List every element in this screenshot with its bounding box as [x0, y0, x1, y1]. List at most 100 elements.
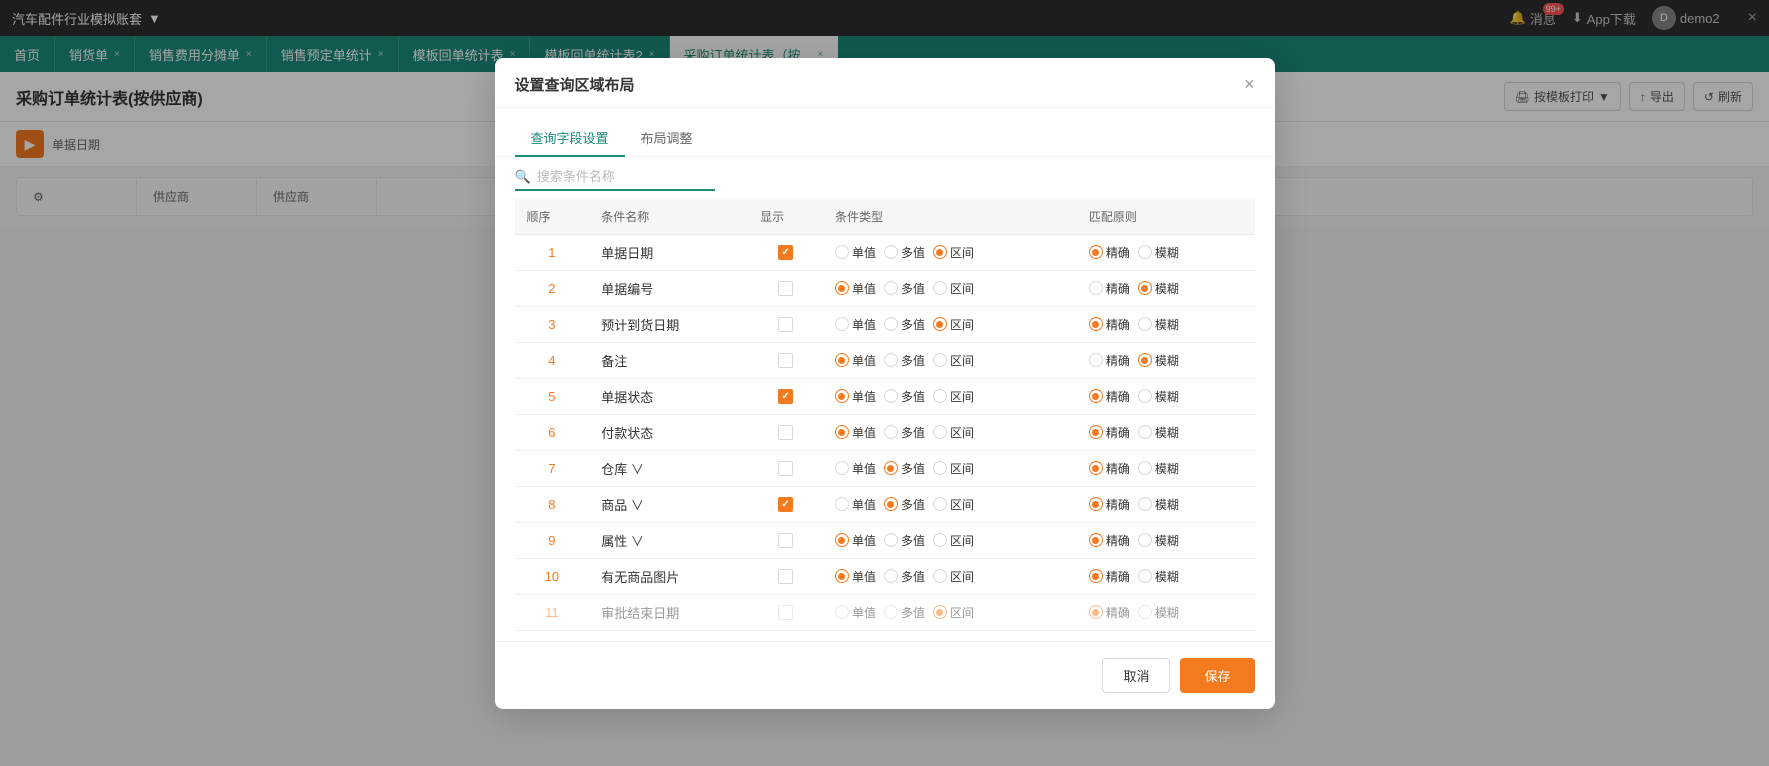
type-option[interactable]: 单值: [835, 532, 876, 549]
table-row: 9属性 ∨ 单值 多值 区间 精确 模糊: [515, 522, 1255, 558]
type-option[interactable]: 单值: [835, 388, 876, 405]
radio-circle: [1089, 245, 1103, 259]
cell-order: 5: [515, 378, 590, 414]
type-option[interactable]: 多值: [884, 460, 925, 477]
display-checkbox[interactable]: [778, 317, 793, 332]
type-option[interactable]: 多值: [884, 532, 925, 549]
cell-display[interactable]: [748, 378, 823, 414]
type-option[interactable]: 多值: [884, 244, 925, 261]
match-option[interactable]: 模糊: [1138, 460, 1179, 477]
match-option[interactable]: 模糊: [1138, 568, 1179, 585]
match-option[interactable]: 精确: [1089, 280, 1130, 297]
display-checkbox[interactable]: [778, 353, 793, 368]
type-option[interactable]: 区间: [933, 568, 974, 585]
cell-type: 单值 多值 区间: [823, 414, 1077, 450]
type-option[interactable]: 区间: [933, 316, 974, 333]
match-option[interactable]: 精确: [1089, 496, 1130, 513]
display-checkbox[interactable]: [778, 569, 793, 584]
dialog-close-button[interactable]: ×: [1244, 75, 1255, 93]
type-option[interactable]: 多值: [884, 496, 925, 513]
type-option[interactable]: 区间: [933, 352, 974, 369]
type-option[interactable]: 单值: [835, 604, 876, 621]
display-checkbox[interactable]: [778, 533, 793, 548]
cell-display[interactable]: [748, 306, 823, 342]
cell-display[interactable]: [748, 522, 823, 558]
cell-display[interactable]: [748, 270, 823, 306]
search-input[interactable]: [537, 169, 697, 184]
type-option[interactable]: 单值: [835, 352, 876, 369]
type-option[interactable]: 多值: [884, 316, 925, 333]
type-option[interactable]: 多值: [884, 424, 925, 441]
type-option[interactable]: 多值: [884, 388, 925, 405]
match-option[interactable]: 精确: [1089, 316, 1130, 333]
type-option[interactable]: 多值: [884, 280, 925, 297]
match-option[interactable]: 模糊: [1138, 316, 1179, 333]
type-option[interactable]: 单值: [835, 568, 876, 585]
type-option[interactable]: 区间: [933, 532, 974, 549]
cell-match: 精确 模糊: [1077, 414, 1255, 450]
display-checkbox[interactable]: [778, 461, 793, 476]
match-option[interactable]: 模糊: [1138, 352, 1179, 369]
cell-match: 精确 模糊: [1077, 486, 1255, 522]
display-checkbox[interactable]: [778, 497, 793, 512]
type-option[interactable]: 单值: [835, 496, 876, 513]
display-checkbox[interactable]: [778, 425, 793, 440]
type-option[interactable]: 区间: [933, 244, 974, 261]
type-option[interactable]: 区间: [933, 280, 974, 297]
display-checkbox[interactable]: [778, 281, 793, 296]
match-option[interactable]: 精确: [1089, 424, 1130, 441]
match-option[interactable]: 模糊: [1138, 280, 1179, 297]
dialog-footer: 取消 保存: [495, 641, 1275, 709]
radio-circle: [1138, 353, 1152, 367]
cell-display[interactable]: [748, 342, 823, 378]
cell-display[interactable]: [748, 558, 823, 594]
type-option[interactable]: 区间: [933, 604, 974, 621]
match-option[interactable]: 模糊: [1138, 424, 1179, 441]
radio-circle: [835, 569, 849, 583]
match-option[interactable]: 精确: [1089, 604, 1130, 621]
cell-display[interactable]: [748, 486, 823, 522]
match-option[interactable]: 模糊: [1138, 496, 1179, 513]
match-option[interactable]: 精确: [1089, 568, 1130, 585]
radio-circle: [1089, 497, 1103, 511]
cell-name: 仓库 ∨: [589, 450, 748, 486]
type-option[interactable]: 区间: [933, 460, 974, 477]
cell-type: 单值 多值 区间: [823, 270, 1077, 306]
match-option[interactable]: 模糊: [1138, 604, 1179, 621]
display-checkbox[interactable]: [778, 605, 793, 620]
type-option[interactable]: 多值: [884, 604, 925, 621]
cell-name: 单据日期: [589, 234, 748, 270]
tab-query-fields[interactable]: 查询字段设置: [515, 120, 625, 157]
match-option[interactable]: 精确: [1089, 352, 1130, 369]
type-option[interactable]: 区间: [933, 496, 974, 513]
type-option[interactable]: 单值: [835, 244, 876, 261]
type-option[interactable]: 单值: [835, 460, 876, 477]
cell-display[interactable]: [748, 234, 823, 270]
type-option[interactable]: 单值: [835, 424, 876, 441]
th-order: 顺序: [515, 199, 590, 235]
cell-display[interactable]: [748, 414, 823, 450]
match-option[interactable]: 模糊: [1138, 388, 1179, 405]
cell-match: 精确 模糊: [1077, 594, 1255, 630]
match-option[interactable]: 精确: [1089, 532, 1130, 549]
match-option[interactable]: 模糊: [1138, 532, 1179, 549]
radio-circle: [933, 281, 947, 295]
type-option[interactable]: 单值: [835, 316, 876, 333]
type-option[interactable]: 单值: [835, 280, 876, 297]
match-option[interactable]: 精确: [1089, 460, 1130, 477]
match-option[interactable]: 精确: [1089, 244, 1130, 261]
cancel-button[interactable]: 取消: [1102, 658, 1170, 693]
table-row: 11审批结束日期 单值 多值 区间 精确 模糊: [515, 594, 1255, 630]
save-button[interactable]: 保存: [1180, 658, 1254, 693]
type-option[interactable]: 多值: [884, 568, 925, 585]
type-option[interactable]: 多值: [884, 352, 925, 369]
cell-display[interactable]: [748, 450, 823, 486]
display-checkbox[interactable]: [778, 245, 793, 260]
cell-display[interactable]: [748, 594, 823, 630]
type-option[interactable]: 区间: [933, 424, 974, 441]
display-checkbox[interactable]: [778, 389, 793, 404]
type-option[interactable]: 区间: [933, 388, 974, 405]
match-option[interactable]: 精确: [1089, 388, 1130, 405]
match-option[interactable]: 模糊: [1138, 244, 1179, 261]
tab-layout[interactable]: 布局调整: [625, 120, 709, 157]
